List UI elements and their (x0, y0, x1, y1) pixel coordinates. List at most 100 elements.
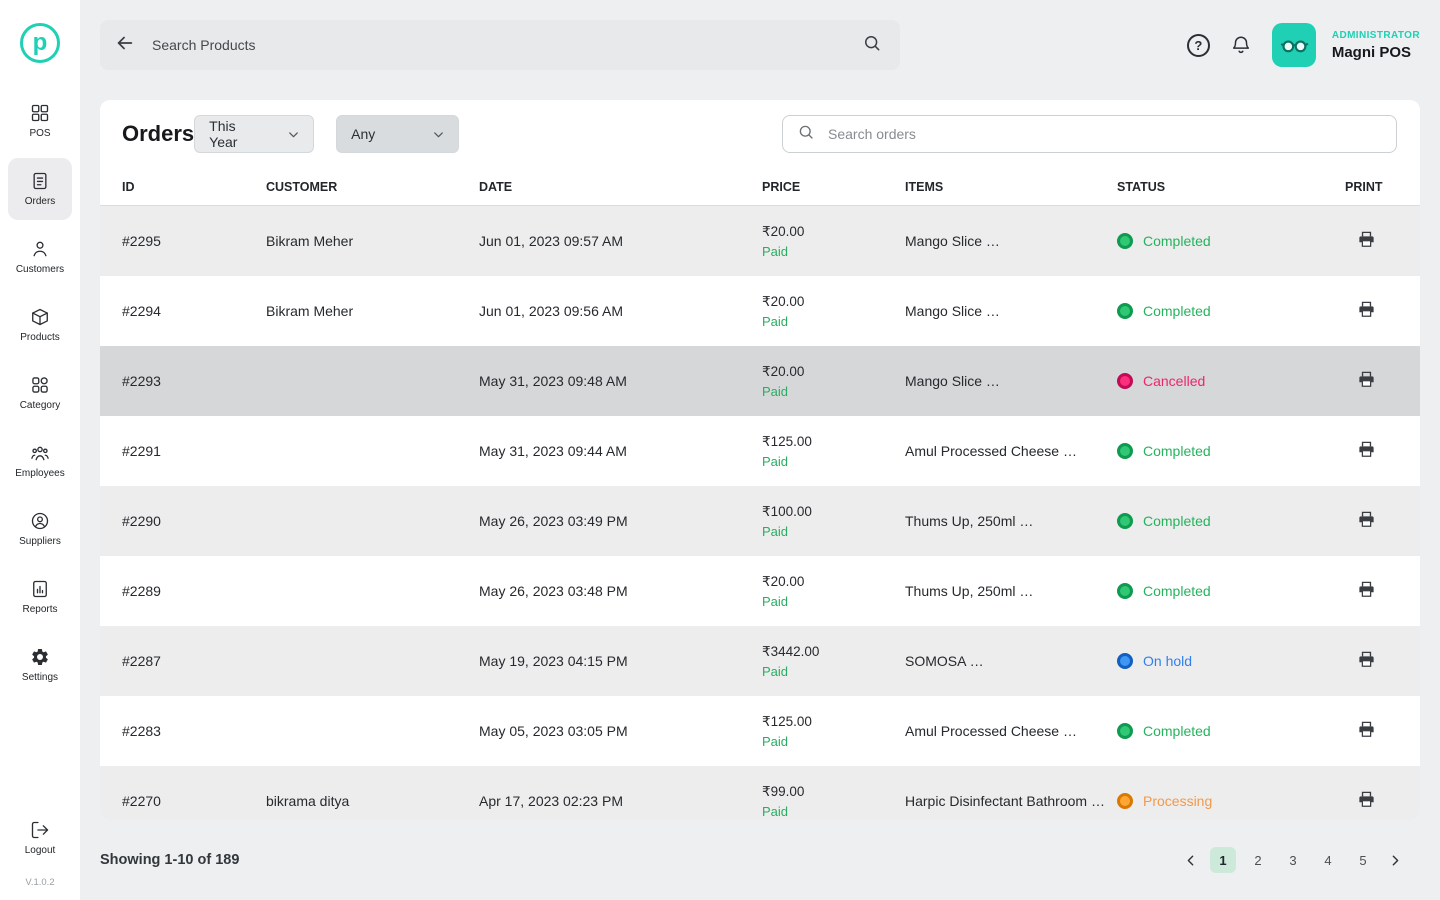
order-print-cell (1345, 368, 1420, 394)
printer-icon (1357, 230, 1376, 252)
pagination-next-button[interactable] (1385, 850, 1406, 871)
order-print-cell (1345, 788, 1420, 814)
order-status: Processing (1117, 793, 1345, 809)
app-version: V.1.0.2 (25, 877, 55, 888)
order-id: #2287 (122, 653, 161, 669)
page-title: Orders (122, 121, 195, 146)
table-row[interactable]: #2287 May 19, 2023 04:15 PM ₹3442.00 Pai… (100, 626, 1420, 696)
products-search-bar[interactable] (100, 20, 900, 70)
table-header: ID CUSTOMER DATE PRICE ITEMS STATUS PRIN… (100, 168, 1420, 206)
order-customer: Bikram Meher (266, 303, 354, 319)
status-dot (1117, 373, 1133, 389)
back-arrow-icon[interactable] (114, 32, 136, 59)
table-row[interactable]: #2291 May 31, 2023 09:44 AM ₹125.00 Paid… (100, 416, 1420, 486)
status-dot (1117, 303, 1133, 319)
print-button[interactable] (1355, 718, 1378, 744)
sidebar: p POS Orders Customers Products Category… (0, 0, 80, 900)
order-status: Completed (1117, 723, 1345, 739)
order-status: Completed (1117, 443, 1345, 459)
print-button[interactable] (1355, 438, 1378, 464)
print-button[interactable] (1355, 298, 1378, 324)
status-dot (1117, 793, 1133, 809)
avatar[interactable] (1271, 23, 1316, 67)
profile-menu[interactable]: ADMINISTRATOR Magni POS (1271, 23, 1420, 67)
order-payment-status: Paid (762, 523, 789, 539)
sidebar-item-pos[interactable]: POS (8, 90, 72, 152)
print-button[interactable] (1355, 578, 1378, 604)
gear-icon (30, 647, 50, 667)
order-price: ₹20.00 Paid (762, 364, 905, 399)
search-icon[interactable] (862, 33, 882, 58)
order-print-cell (1345, 228, 1420, 254)
page-button-1[interactable]: 1 (1210, 847, 1236, 873)
table-row[interactable]: #2283 May 05, 2023 03:05 PM ₹125.00 Paid… (100, 696, 1420, 766)
order-print-cell (1345, 508, 1420, 534)
notification-bell-icon[interactable] (1230, 34, 1252, 56)
orders-search-input[interactable] (826, 125, 1382, 143)
period-filter-value: This Year (209, 118, 238, 150)
order-amount: ₹100.00 (762, 503, 812, 519)
page-button-4[interactable]: 4 (1315, 847, 1341, 873)
table-row[interactable]: #2290 May 26, 2023 03:49 PM ₹100.00 Paid… (100, 486, 1420, 556)
order-id: #2293 (122, 373, 161, 389)
orders-table-body: #2295 Bikram Meher Jun 01, 2023 09:57 AM… (100, 206, 1420, 820)
column-header-date: DATE (479, 179, 513, 194)
order-price: ₹99.00 Paid (762, 784, 905, 819)
customer-person-icon (30, 239, 50, 259)
print-button[interactable] (1355, 648, 1378, 674)
status-filter-dropdown[interactable]: Any (336, 115, 460, 153)
column-header-customer: CUSTOMER (266, 179, 338, 194)
sidebar-item-products[interactable]: Products (8, 294, 72, 356)
table-row[interactable]: #2295 Bikram Meher Jun 01, 2023 09:57 AM… (100, 206, 1420, 276)
order-print-cell (1345, 718, 1420, 744)
order-id: #2289 (122, 583, 161, 599)
help-icon[interactable]: ? (1186, 33, 1210, 57)
order-payment-status: Paid (762, 593, 789, 609)
sidebar-item-label: Settings (21, 672, 59, 683)
print-button[interactable] (1355, 508, 1378, 534)
table-row[interactable]: #2293 May 31, 2023 09:48 AM ₹20.00 Paid … (100, 346, 1420, 416)
order-amount: ₹125.00 (762, 433, 812, 449)
print-button[interactable] (1355, 228, 1378, 254)
pagination-prev-button[interactable] (1180, 850, 1201, 871)
order-items: Mango Slice … (905, 373, 1000, 389)
sidebar-item-label: Reports (22, 604, 58, 615)
status-label: Completed (1143, 513, 1211, 529)
sidebar-item-settings[interactable]: Settings (8, 634, 72, 696)
order-items: Mango Slice … (905, 303, 1000, 319)
page-button-3[interactable]: 3 (1280, 847, 1306, 873)
page-button-5[interactable]: 5 (1350, 847, 1376, 873)
table-row[interactable]: #2270 bikrama ditya Apr 17, 2023 02:23 P… (100, 766, 1420, 820)
order-items: Amul Processed Cheese … (905, 723, 1077, 739)
sidebar-item-customers[interactable]: Customers (8, 226, 72, 288)
status-label: Completed (1143, 723, 1211, 739)
user-role: ADMINISTRATOR (1331, 29, 1420, 41)
logout-button[interactable]: Logout (8, 807, 72, 869)
print-button[interactable] (1355, 368, 1378, 394)
order-payment-status: Paid (762, 453, 789, 469)
page-button-2[interactable]: 2 (1245, 847, 1271, 873)
order-date: May 31, 2023 09:44 AM (479, 443, 627, 459)
table-row[interactable]: #2294 Bikram Meher Jun 01, 2023 09:56 AM… (100, 276, 1420, 346)
table-row[interactable]: #2289 May 26, 2023 03:48 PM ₹20.00 Paid … (100, 556, 1420, 626)
period-filter-dropdown[interactable]: This Year (194, 115, 315, 153)
sidebar-item-reports[interactable]: Reports (8, 566, 72, 628)
order-payment-status: Paid (762, 383, 789, 399)
products-search-input[interactable] (150, 36, 848, 54)
order-id: #2291 (122, 443, 161, 459)
column-header-price: PRICE (762, 179, 801, 194)
status-label: Completed (1143, 443, 1211, 459)
sidebar-item-suppliers[interactable]: Suppliers (8, 498, 72, 560)
print-button[interactable] (1355, 788, 1378, 814)
results-summary: Showing 1-10 of 189 (100, 852, 240, 868)
order-id: #2294 (122, 303, 161, 319)
sidebar-item-employees[interactable]: Employees (8, 430, 72, 492)
printer-icon (1357, 790, 1376, 812)
sidebar-item-category[interactable]: Category (8, 362, 72, 424)
orders-search-bar[interactable] (782, 115, 1397, 153)
sidebar-item-label: Employees (15, 468, 65, 479)
sidebar-item-orders[interactable]: Orders (8, 158, 72, 220)
logout-icon (30, 820, 50, 840)
printer-icon (1357, 720, 1376, 742)
user-name: Magni POS (1331, 43, 1412, 61)
